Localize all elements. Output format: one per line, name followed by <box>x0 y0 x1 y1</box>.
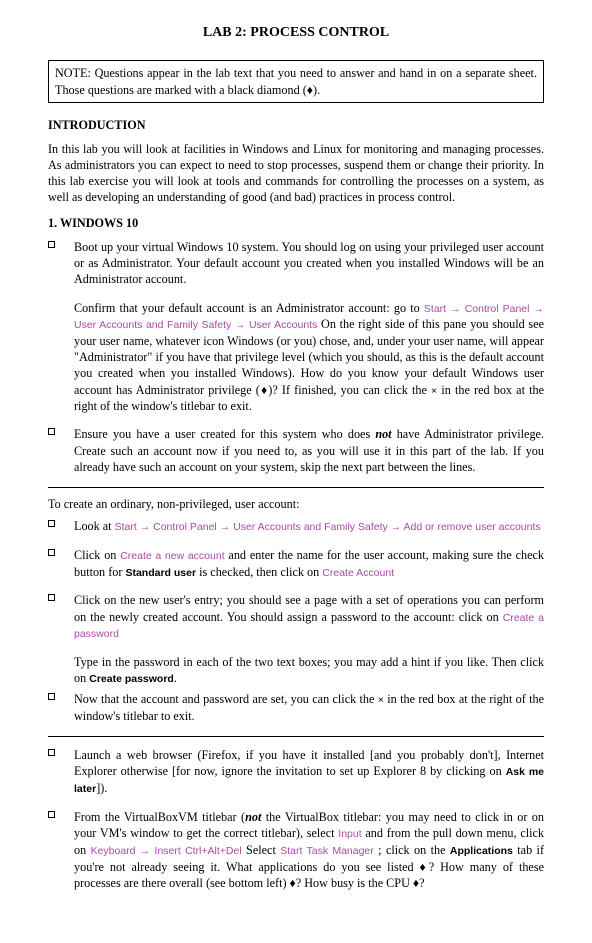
text: Ensure you have a user created for this … <box>74 427 375 441</box>
intro-heading: INTRODUCTION <box>48 117 544 133</box>
step-boot: Boot up your virtual Windows 10 system. … <box>48 239 544 287</box>
text: Now that the account and password are se… <box>74 692 378 706</box>
separator-top <box>48 487 544 488</box>
lab-title: LAB 2: PROCESS CONTROL <box>48 24 544 42</box>
menu-path-add-remove: Start → Control Panel → User Accounts an… <box>115 521 541 533</box>
standard-user-label: Standard user <box>125 567 196 579</box>
text: Click on the new user's entry; you shoul… <box>74 593 544 623</box>
step-type-password: Type in the password in each of the two … <box>48 654 544 687</box>
step-assign-password: Click on the new user's entry; you shoul… <box>48 592 544 642</box>
step-create-account: Click on Create a new account and enter … <box>48 547 544 581</box>
step-close-window: Now that the account and password are se… <box>48 691 544 724</box>
text: is checked, then click on <box>196 565 322 579</box>
link-start-task-manager: Start Task Manager <box>280 845 374 857</box>
windows-heading: 1. WINDOWS 10 <box>48 215 544 231</box>
separator-bottom <box>48 736 544 737</box>
text: . <box>174 671 177 685</box>
text: ]). <box>96 781 107 795</box>
text: ; click on the <box>374 843 450 857</box>
not-emphasis: not <box>375 427 391 441</box>
link-create-new-account: Create a new account <box>120 550 224 562</box>
text: Click on <box>74 548 120 562</box>
step-launch-browser: Launch a web browser (Firefox, if you ha… <box>48 747 544 797</box>
text: Select <box>242 843 281 857</box>
not-emphasis: not <box>245 810 261 824</box>
menu-keyboard-cad: Keyboard → Insert Ctrl+Alt+Del <box>91 845 242 857</box>
link-create-account: Create Account <box>322 567 394 579</box>
text: Look at <box>74 519 115 533</box>
note-box: NOTE: Questions appear in the lab text t… <box>48 60 544 102</box>
text: Launch a web browser (Firefox, if you ha… <box>74 748 544 778</box>
step-look-at: Look at Start → Control Panel → User Acc… <box>48 518 544 535</box>
create-account-heading: To create an ordinary, non-privileged, u… <box>48 496 544 512</box>
step-task-manager: From the VirtualBoxVM titlebar (not the … <box>48 809 544 891</box>
menu-input: Input <box>338 828 361 840</box>
text: Confirm that your default account is an … <box>74 301 424 315</box>
intro-text: In this lab you will look at facilities … <box>48 141 544 205</box>
step-confirm-admin: Confirm that your default account is an … <box>48 300 544 415</box>
text: From the VirtualBoxVM titlebar ( <box>74 810 245 824</box>
step-ensure-nonadmin: Ensure you have a user created for this … <box>48 426 544 474</box>
create-password-button-label: Create password <box>89 673 174 685</box>
applications-tab-label: Applications <box>450 845 513 857</box>
